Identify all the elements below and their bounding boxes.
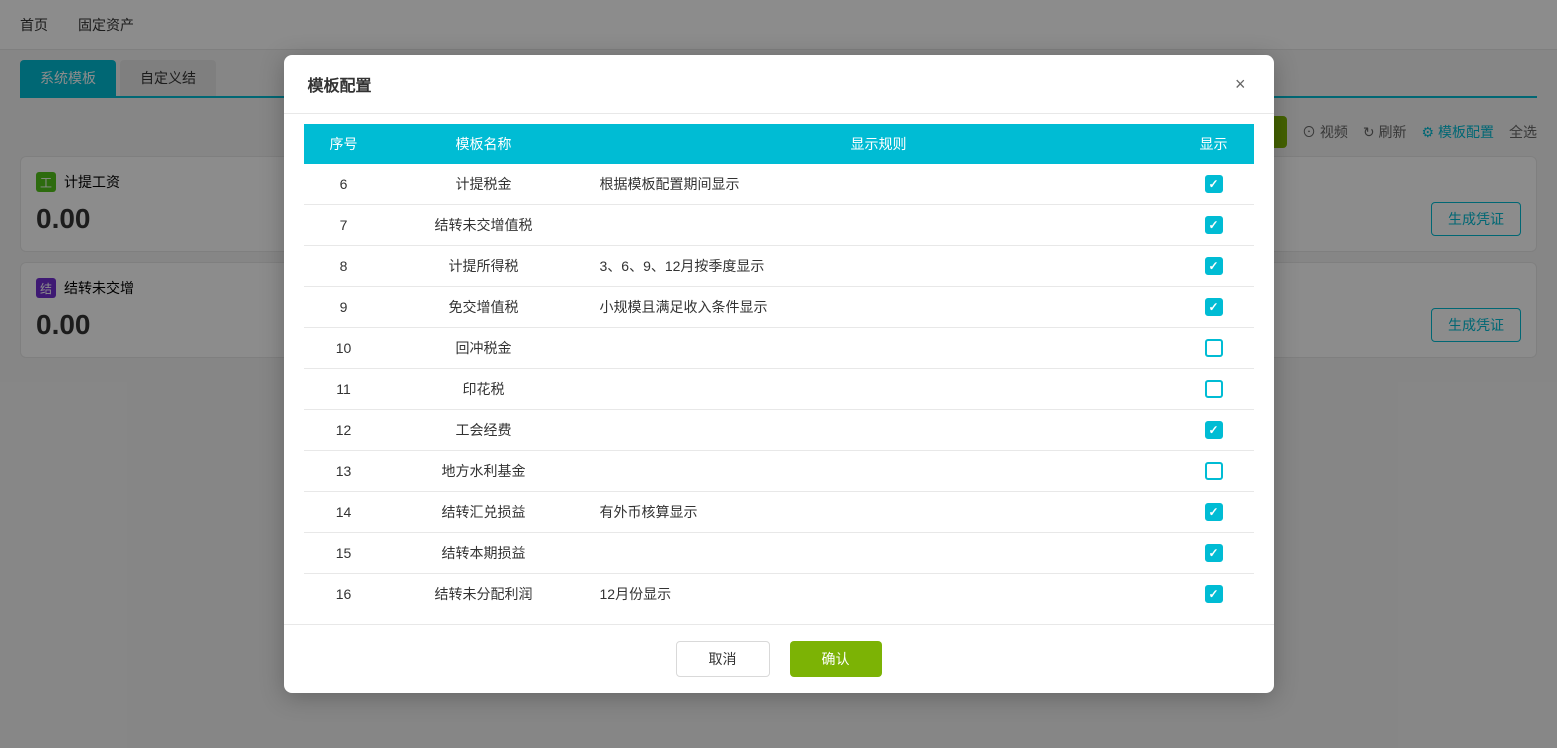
cell-checkbox [1174,410,1254,451]
checkbox-7[interactable] [1205,216,1223,234]
cell-name: 免交增值税 [384,287,584,328]
cell-rule: 3、6、9、12月按季度显示 [584,246,1174,287]
checkbox-8[interactable] [1205,257,1223,275]
modal-body: 序号 模板名称 显示规则 显示 6计提税金根据模板配置期间显示7结转未交增值税8… [284,114,1274,624]
cell-index: 13 [304,451,384,492]
cell-index: 14 [304,492,384,533]
table-row: 8计提所得税3、6、9、12月按季度显示 [304,246,1254,287]
checkbox-16[interactable] [1205,585,1223,603]
config-table: 序号 模板名称 显示规则 显示 6计提税金根据模板配置期间显示7结转未交增值税8… [304,124,1254,614]
modal-overlay: 模板配置 × 序号 模板名称 显示规则 显示 6计提税金根据模板配置期间显示7结… [0,0,1557,748]
cell-name: 地方水利基金 [384,451,584,492]
table-row: 12工会经费 [304,410,1254,451]
cell-rule: 有外币核算显示 [584,492,1174,533]
cell-checkbox [1174,451,1254,492]
cell-rule [584,533,1174,574]
cell-checkbox [1174,287,1254,328]
col-display: 显示 [1174,124,1254,164]
cell-name: 结转本期损益 [384,533,584,574]
modal-footer: 取消 确认 [284,624,1274,693]
cell-name: 计提所得税 [384,246,584,287]
table-row: 13地方水利基金 [304,451,1254,492]
table-row: 9免交增值税小规模且满足收入条件显示 [304,287,1254,328]
col-rule: 显示规则 [584,124,1174,164]
cell-rule: 小规模且满足收入条件显示 [584,287,1174,328]
cell-name: 结转未分配利润 [384,574,584,615]
cell-rule [584,328,1174,369]
cell-index: 11 [304,369,384,410]
table-header: 序号 模板名称 显示规则 显示 [304,124,1254,164]
col-index: 序号 [304,124,384,164]
cell-name: 回冲税金 [384,328,584,369]
cell-checkbox [1174,492,1254,533]
cell-name: 结转未交增值税 [384,205,584,246]
checkbox-12[interactable] [1205,421,1223,439]
cell-index: 9 [304,287,384,328]
cell-checkbox [1174,533,1254,574]
modal-header: 模板配置 × [284,55,1274,114]
confirm-button[interactable]: 确认 [790,641,882,677]
cell-checkbox [1174,574,1254,615]
checkbox-13[interactable] [1205,462,1223,480]
table-body: 6计提税金根据模板配置期间显示7结转未交增值税8计提所得税3、6、9、12月按季… [304,164,1254,614]
cell-rule: 根据模板配置期间显示 [584,164,1174,205]
checkbox-14[interactable] [1205,503,1223,521]
col-name: 模板名称 [384,124,584,164]
modal-title: 模板配置 [308,72,372,96]
cell-rule [584,451,1174,492]
cell-rule [584,410,1174,451]
checkbox-9[interactable] [1205,298,1223,316]
cell-rule [584,369,1174,410]
cell-index: 12 [304,410,384,451]
checkbox-10[interactable] [1205,339,1223,357]
table-row: 10回冲税金 [304,328,1254,369]
cell-index: 10 [304,328,384,369]
table-row: 14结转汇兑损益有外币核算显示 [304,492,1254,533]
checkbox-6[interactable] [1205,175,1223,193]
cell-index: 15 [304,533,384,574]
cell-index: 6 [304,164,384,205]
cell-checkbox [1174,328,1254,369]
cell-name: 计提税金 [384,164,584,205]
cell-name: 印花税 [384,369,584,410]
table-row: 11印花税 [304,369,1254,410]
close-button[interactable]: × [1231,71,1250,97]
cell-name: 工会经费 [384,410,584,451]
cell-rule: 12月份显示 [584,574,1174,615]
cancel-button[interactable]: 取消 [676,641,770,677]
cell-index: 8 [304,246,384,287]
cell-checkbox [1174,246,1254,287]
table-wrapper[interactable]: 序号 模板名称 显示规则 显示 6计提税金根据模板配置期间显示7结转未交增值税8… [304,114,1254,614]
table-row: 7结转未交增值税 [304,205,1254,246]
checkbox-15[interactable] [1205,544,1223,562]
checkbox-11[interactable] [1205,380,1223,398]
table-row: 6计提税金根据模板配置期间显示 [304,164,1254,205]
cell-name: 结转汇兑损益 [384,492,584,533]
cell-index: 16 [304,574,384,615]
cell-checkbox [1174,205,1254,246]
table-row: 15结转本期损益 [304,533,1254,574]
template-config-modal: 模板配置 × 序号 模板名称 显示规则 显示 6计提税金根据模板配置期间显示7结… [284,55,1274,693]
cell-checkbox [1174,164,1254,205]
cell-checkbox [1174,369,1254,410]
cell-rule [584,205,1174,246]
cell-index: 7 [304,205,384,246]
table-row: 16结转未分配利润12月份显示 [304,574,1254,615]
